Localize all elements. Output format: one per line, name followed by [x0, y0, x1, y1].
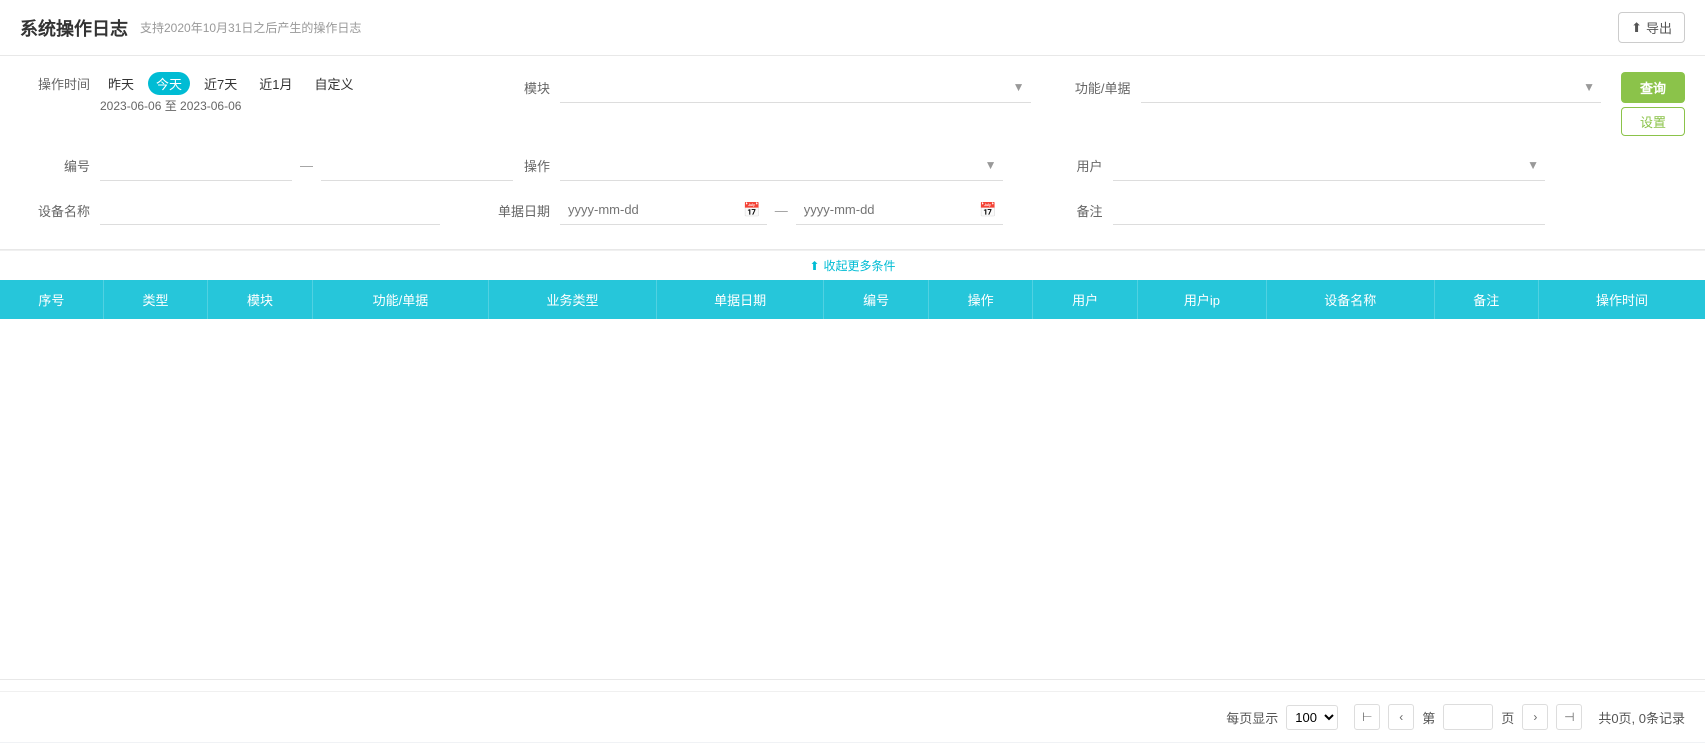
function-select[interactable]: [1141, 72, 1602, 102]
col-function: 功能/单据: [312, 280, 488, 319]
page-header: 系统操作日志 支持2020年10月31日之后产生的操作日志 ⬆ 导出: [0, 0, 1705, 56]
user-select-wrapper[interactable]: ▼: [1113, 150, 1546, 181]
col-user: 用户: [1033, 280, 1137, 319]
function-select-wrapper[interactable]: ▼: [1141, 72, 1602, 103]
last-page-btn[interactable]: ⊣: [1556, 704, 1582, 730]
user-label: 用户: [1023, 156, 1103, 175]
table-header: 序号 类型 模块 功能/单据 业务类型 单据日期 编号 操作 用户 用户ip 设…: [0, 280, 1705, 319]
col-op-time: 操作时间: [1539, 280, 1705, 319]
first-page-btn[interactable]: ⊢: [1354, 704, 1380, 730]
total-label: 共0页, 0条记录: [1598, 708, 1685, 727]
date-dash: —: [775, 203, 788, 218]
export-icon: ⬆: [1631, 20, 1642, 36]
last7-btn[interactable]: 近7天: [196, 72, 245, 95]
settings-button[interactable]: 设置: [1621, 107, 1685, 136]
query-button[interactable]: 查询: [1621, 72, 1685, 103]
page-unit: 页: [1501, 708, 1514, 727]
col-code: 编号: [824, 280, 928, 319]
col-biz-type: 业务类型: [489, 280, 657, 319]
prev-page-btn[interactable]: ‹: [1388, 704, 1414, 730]
next-page-btn[interactable]: ›: [1522, 704, 1548, 730]
voucher-date-to[interactable]: [796, 195, 1003, 225]
function-label: 功能/单据: [1051, 78, 1131, 97]
col-operation: 操作: [928, 280, 1032, 319]
title-area: 系统操作日志 支持2020年10月31日之后产生的操作日志: [20, 15, 361, 41]
yesterday-btn[interactable]: 昨天: [100, 72, 142, 95]
code-input-from[interactable]: [100, 151, 292, 181]
voucher-date-from[interactable]: [560, 195, 767, 225]
date-range-display: 2023-06-06 至 2023-06-06: [100, 99, 241, 113]
col-remark: 备注: [1434, 280, 1538, 319]
operation-label: 操作: [480, 156, 550, 175]
collapse-up-icon: ⬆: [809, 259, 819, 273]
col-module: 模块: [208, 280, 312, 319]
table-area: 序号 类型 模块 功能/单据 业务类型 单据日期 编号 操作 用户 用户ip 设…: [0, 280, 1705, 679]
module-label: 模块: [480, 78, 550, 97]
action-buttons: 查询 设置: [1621, 72, 1685, 136]
code-label: 编号: [20, 156, 90, 175]
page-label: 第: [1422, 708, 1435, 727]
pagination: 每页显示 100 50 200 ⊢ ‹ 第 1 页 › ⊣ 共0页, 0条记录: [0, 691, 1705, 742]
voucher-date-to-wrapper[interactable]: 📅: [796, 195, 1003, 225]
filter-panel: 操作时间 昨天 今天 近7天 近1月 自定义 2023-06-06 至 2023…: [0, 56, 1705, 250]
last1month-btn[interactable]: 近1月: [251, 72, 300, 95]
collapse-bar[interactable]: ⬆ 收起更多条件: [0, 250, 1705, 280]
col-device: 设备名称: [1266, 280, 1434, 319]
page-subtitle: 支持2020年10月31日之后产生的操作日志: [140, 19, 361, 36]
remark-label: 备注: [1023, 201, 1103, 220]
horizontal-scrollbar[interactable]: [0, 679, 1705, 691]
code-dash: —: [300, 158, 313, 173]
user-select[interactable]: [1113, 150, 1546, 180]
device-input[interactable]: [100, 195, 440, 225]
col-voucher-date: 单据日期: [656, 280, 824, 319]
per-page-label: 每页显示: [1226, 708, 1278, 727]
col-user-ip: 用户ip: [1137, 280, 1266, 319]
device-label: 设备名称: [20, 201, 90, 220]
operation-select[interactable]: [560, 150, 1003, 180]
module-select[interactable]: [560, 72, 1031, 102]
empty-area: [0, 319, 1705, 679]
page-title: 系统操作日志: [20, 15, 128, 41]
page-input[interactable]: 1: [1443, 704, 1493, 730]
op-time-label: 操作时间: [20, 74, 90, 93]
col-seq: 序号: [0, 280, 103, 319]
module-select-wrapper[interactable]: ▼: [560, 72, 1031, 103]
export-label: 导出: [1646, 18, 1672, 37]
today-btn[interactable]: 今天: [148, 72, 190, 95]
export-button[interactable]: ⬆ 导出: [1618, 12, 1685, 43]
voucher-date-label: 单据日期: [480, 201, 550, 220]
collapse-label: 收起更多条件: [824, 257, 896, 274]
time-options: 昨天 今天 近7天 近1月 自定义: [100, 72, 362, 95]
data-table: 序号 类型 模块 功能/单据 业务类型 单据日期 编号 操作 用户 用户ip 设…: [0, 280, 1705, 319]
operation-select-wrapper[interactable]: ▼: [560, 150, 1003, 181]
voucher-date-from-wrapper[interactable]: 📅: [560, 195, 767, 225]
page-size-select[interactable]: 100 50 200: [1286, 705, 1338, 730]
custom-btn[interactable]: 自定义: [307, 72, 362, 95]
col-type: 类型: [103, 280, 207, 319]
remark-input[interactable]: [1113, 195, 1546, 225]
